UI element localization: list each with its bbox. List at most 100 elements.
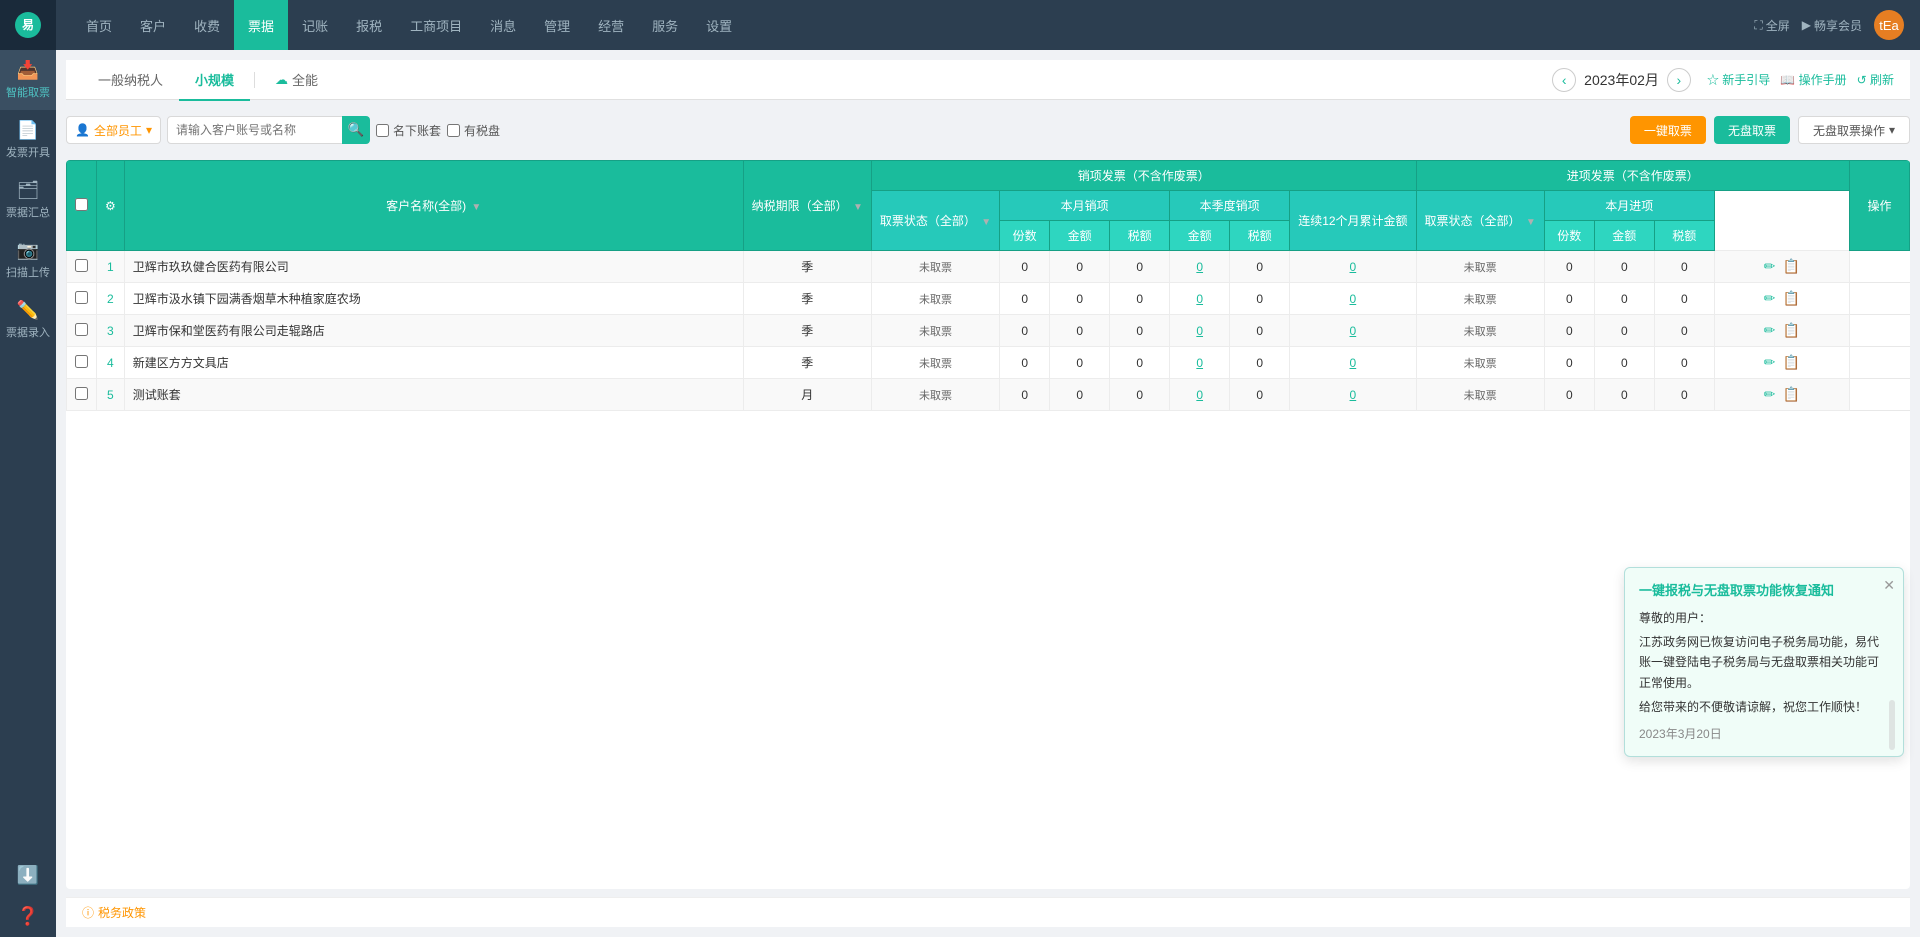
quarter-sales-col-header: 本季度销项 — [1170, 191, 1290, 221]
sales-status-filter-icon[interactable]: ▼ — [981, 217, 991, 228]
table-header-top: ⚙ 客户名称(全部) ▼ 纳税期限（全部） ▼ 销项发票（不含作废票） — [67, 161, 1910, 191]
detail-icon[interactable]: 📋 — [1783, 322, 1800, 338]
tab-general[interactable]: 一般纳税人 — [82, 60, 179, 101]
my-accounts-filter[interactable]: 名下账套 — [376, 122, 441, 139]
notification-close-button[interactable]: ✕ — [1883, 574, 1895, 598]
main-area: 首页 客户 收费 票据 记账 报税 工商项目 消息 管理 经营 服务 设置 ⛶ … — [56, 0, 1920, 937]
settings-icon[interactable]: ⚙ — [105, 199, 116, 213]
nav-tickets[interactable]: 票据 — [234, 0, 288, 50]
nav-home[interactable]: 首页 — [72, 0, 126, 50]
sidebar-item-label: 智能取票 — [6, 84, 50, 100]
detail-icon[interactable]: 📋 — [1783, 290, 1800, 306]
qs-amount-header: 金额 — [1170, 221, 1230, 251]
topnav: 首页 客户 收费 票据 记账 报税 工商项目 消息 管理 经营 服务 设置 ⛶ … — [56, 0, 1920, 50]
nav-service[interactable]: 服务 — [638, 0, 692, 50]
detail-icon[interactable]: 📋 — [1783, 354, 1800, 370]
invoice-summary-icon: 🗂 — [17, 180, 40, 201]
star-icon: ☆ — [1707, 73, 1719, 87]
row-ms-amount-cell: 0 — [1050, 379, 1110, 411]
edit-icon[interactable]: ✏ — [1764, 290, 1776, 306]
sidebar-item-smart-fetch[interactable]: 📥 智能取票 — [0, 50, 56, 110]
nav-customer[interactable]: 客户 — [126, 0, 180, 50]
edit-icon[interactable]: ✏ — [1764, 322, 1776, 338]
has-taxdisk-checkbox[interactable] — [447, 124, 460, 137]
one-click-fetch-button[interactable]: 一键取票 — [1630, 116, 1706, 144]
sidebar-item-help[interactable]: ❓ — [17, 896, 39, 937]
employee-select[interactable]: 👤 全部员工 ▾ — [66, 116, 161, 144]
table-row: 5 测试账套 月 未取票 0 0 0 0 0 0 未取票 0 0 0 ✏ 📋 — [67, 379, 1910, 411]
row-mp-amount-cell: 0 — [1594, 315, 1654, 347]
nav-operations[interactable]: 经营 — [584, 0, 638, 50]
row-cumulative-cell: 0 — [1290, 315, 1416, 347]
row-actions-cell: ✏ 📋 — [1714, 251, 1849, 283]
edit-icon[interactable]: ✏ — [1764, 386, 1776, 402]
nav-collection[interactable]: 收费 — [180, 0, 234, 50]
row-mp-tax-cell: 0 — [1654, 283, 1714, 315]
no-disk-fetch-button[interactable]: 无盘取票 — [1714, 116, 1790, 144]
avatar[interactable]: tEa — [1874, 10, 1904, 40]
row-checkbox-cell[interactable] — [67, 251, 97, 283]
select-all-checkbox[interactable] — [75, 198, 88, 211]
row-checkbox[interactable] — [75, 259, 88, 272]
manual-link[interactable]: 📖 操作手册 — [1780, 71, 1846, 88]
row-index-cell: 1 — [97, 251, 125, 283]
notification-popup: ✕ 一键报税与无盘取票功能恢复通知 尊敬的用户： 江苏政务网已恢复访问电子税务局… — [1624, 567, 1904, 757]
book-icon: 📖 — [1780, 73, 1795, 87]
nav-business[interactable]: 工商项目 — [396, 0, 476, 50]
no-disk-ops-button[interactable]: 无盘取票操作 ▾ — [1798, 116, 1910, 144]
tab-all[interactable]: ☁ 全能 — [259, 60, 334, 101]
detail-icon[interactable]: 📋 — [1783, 386, 1800, 402]
edit-icon[interactable]: ✏ — [1764, 258, 1776, 274]
edit-icon[interactable]: ✏ — [1764, 354, 1776, 370]
row-checkbox-cell[interactable] — [67, 315, 97, 347]
search-input[interactable] — [167, 116, 347, 144]
row-checkbox[interactable] — [75, 355, 88, 368]
prev-month-button[interactable]: ‹ — [1552, 68, 1576, 92]
sidebar-item-invoice-summary[interactable]: 🗂 票据汇总 — [0, 170, 56, 230]
refresh-link[interactable]: ↺ 刷新 — [1857, 71, 1894, 88]
nav-bookkeeping[interactable]: 记账 — [288, 0, 342, 50]
tax-period-filter-icon[interactable]: ▼ — [853, 202, 863, 213]
has-taxdisk-filter[interactable]: 有税盘 — [447, 122, 500, 139]
row-checkbox[interactable] — [75, 387, 88, 400]
sales-status-col-header: 取票状态（全部） ▼ — [871, 191, 999, 251]
next-month-button[interactable]: › — [1667, 68, 1691, 92]
tab-small[interactable]: 小规模 — [179, 60, 250, 101]
sidebar-item-download[interactable]: ⬇️ — [17, 855, 39, 896]
row-ms-count-cell: 0 — [1000, 251, 1050, 283]
tax-policy-link[interactable]: 税务政策 — [98, 904, 146, 921]
mp-amount-header: 金额 — [1594, 221, 1654, 251]
sidebar-item-scan-upload[interactable]: 📷 扫描上传 — [0, 230, 56, 290]
new-guide-link[interactable]: ☆ 新手引导 — [1707, 71, 1770, 88]
member-button[interactable]: ▶ 畅享会员 — [1802, 17, 1862, 34]
smart-fetch-icon: 📥 — [17, 60, 39, 81]
sidebar-logo: 易 — [0, 0, 56, 50]
search-button[interactable]: 🔍 — [342, 116, 370, 144]
info-icon: ⓘ — [82, 904, 94, 921]
row-checkbox[interactable] — [75, 291, 88, 304]
purchase-status-filter-icon[interactable]: ▼ — [1526, 217, 1536, 228]
row-checkbox-cell[interactable] — [67, 347, 97, 379]
row-checkbox-cell[interactable] — [67, 283, 97, 315]
row-checkbox-cell[interactable] — [67, 379, 97, 411]
sidebar-item-label: 票据录入 — [6, 324, 50, 340]
detail-icon[interactable]: 📋 — [1783, 258, 1800, 274]
nav-tax[interactable]: 报税 — [342, 0, 396, 50]
row-qs-amount-cell: 0 — [1170, 251, 1230, 283]
row-checkbox[interactable] — [75, 323, 88, 336]
fullscreen-button[interactable]: ⛶ 全屏 — [1754, 17, 1789, 34]
row-mp-count-cell: 0 — [1544, 379, 1594, 411]
row-qs-tax-cell: 0 — [1230, 283, 1290, 315]
ms-tax-header: 税额 — [1110, 221, 1170, 251]
sidebar-item-issue-invoice[interactable]: 📄 发票开具 — [0, 110, 56, 170]
row-qs-amount-cell: 0 — [1170, 283, 1230, 315]
nav-settings[interactable]: 设置 — [692, 0, 746, 50]
customer-filter-icon[interactable]: ▼ — [471, 202, 481, 213]
footer-bar: ⓘ 税务政策 — [66, 897, 1910, 927]
nav-management[interactable]: 管理 — [530, 0, 584, 50]
my-accounts-checkbox[interactable] — [376, 124, 389, 137]
row-ms-tax-cell: 0 — [1110, 379, 1170, 411]
nav-message[interactable]: 消息 — [476, 0, 530, 50]
sidebar-item-invoice-entry[interactable]: ✏️ 票据录入 — [0, 290, 56, 350]
row-ms-count-cell: 0 — [1000, 347, 1050, 379]
